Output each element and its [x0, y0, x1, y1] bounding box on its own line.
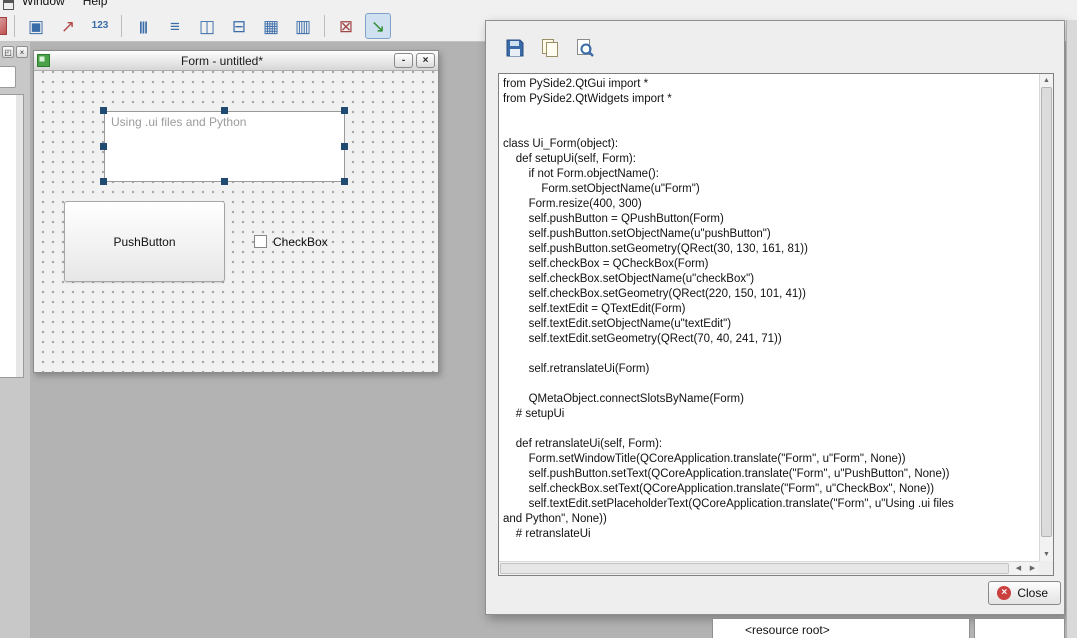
- qt-designer-window: Window Help ▣ ↗ 123 ||| ≡ ◫ ⊟ ▦ ▥ ⊠ ↘ ◰ …: [0, 0, 1077, 638]
- code-view-container: from PySide2.QtGui import * from PySide2…: [498, 73, 1054, 576]
- layout-form-icon: ▥: [295, 18, 311, 35]
- selection-handle[interactable]: [341, 178, 348, 185]
- widget-box-dock-sliver: ◰ ×: [0, 42, 30, 638]
- close-button[interactable]: ×: [416, 53, 435, 68]
- form-window-title: Form - untitled*: [53, 54, 391, 68]
- menu-help[interactable]: Help: [83, 0, 108, 4]
- find-icon: [574, 37, 596, 59]
- dock-float-icon: ◰: [4, 48, 12, 57]
- minimize-button[interactable]: -: [394, 53, 413, 68]
- vertical-scrollbar-thumb[interactable]: [1041, 87, 1052, 537]
- textedit-widget[interactable]: Using .ui files and Python: [104, 111, 345, 182]
- layout-horizontal-icon: |||: [139, 20, 147, 33]
- edit-signals-slots-button[interactable]: ↗: [55, 13, 81, 39]
- form-window-titlebar[interactable]: Form - untitled* - ×: [34, 51, 438, 71]
- selection-handle[interactable]: [341, 107, 348, 114]
- toolbar-separator: [14, 15, 15, 37]
- toolbar-separator: [121, 15, 122, 37]
- layout-vertical-icon: ≡: [170, 18, 180, 35]
- scroll-up-icon[interactable]: ▲: [1040, 74, 1053, 87]
- layout-form-button[interactable]: ▥: [290, 13, 316, 39]
- resource-root-item[interactable]: <resource root>: [745, 623, 830, 637]
- copy-icon: [539, 37, 561, 59]
- checkbox-label: CheckBox: [273, 235, 328, 249]
- resource-browser-panel: <resource root>: [712, 618, 970, 638]
- horizontal-scrollbar-thumb[interactable]: [500, 563, 1009, 574]
- code-view[interactable]: from PySide2.QtGui import * from PySide2…: [499, 74, 1039, 561]
- checkbox-box-icon[interactable]: [254, 235, 267, 248]
- adjust-size-icon: ↘: [371, 18, 385, 35]
- scroll-right-icon[interactable]: ▶: [1026, 562, 1039, 575]
- layout-vertical-splitter-button[interactable]: ⊟: [226, 13, 252, 39]
- layout-grid-icon: ▦: [263, 18, 279, 35]
- break-layout-button[interactable]: ⊠: [333, 13, 359, 39]
- scroll-down-icon[interactable]: ▼: [1040, 548, 1053, 561]
- pushbutton-widget[interactable]: PushButton: [64, 201, 225, 282]
- edit-tab-order-icon: 123: [92, 21, 109, 31]
- copy-button[interactable]: [537, 35, 563, 61]
- selection-handle[interactable]: [100, 107, 107, 114]
- menubar: Window Help: [0, 0, 1077, 10]
- dock-float-button[interactable]: ◰: [2, 46, 14, 58]
- scroll-left-icon[interactable]: ◀: [1012, 562, 1025, 575]
- layout-grid-button[interactable]: ▦: [258, 13, 284, 39]
- widget-filter-input-sliver[interactable]: [0, 66, 16, 88]
- close-circle-icon: ×: [997, 586, 1011, 600]
- edit-widgets-button[interactable]: ▣: [23, 13, 49, 39]
- selection-handle[interactable]: [100, 143, 107, 150]
- horizontal-scrollbar[interactable]: ◀ ▶: [499, 561, 1039, 575]
- break-layout-icon: ⊠: [339, 18, 353, 35]
- selection-handle[interactable]: [341, 143, 348, 150]
- widget-box-list-sliver[interactable]: [0, 94, 24, 378]
- resource-browser-side-panel: [974, 618, 1065, 638]
- selection-handle[interactable]: [100, 178, 107, 185]
- form-window-icon: [37, 54, 50, 67]
- pushbutton-label: PushButton: [113, 235, 175, 249]
- dock-close-button[interactable]: ×: [16, 46, 28, 58]
- menu-window[interactable]: Window: [22, 0, 65, 4]
- save-button[interactable]: [502, 35, 528, 61]
- partial-icon: [0, 17, 7, 35]
- edit-signals-slots-icon: ↗: [61, 18, 75, 35]
- right-edge-strip: [1066, 20, 1077, 638]
- dock-close-icon: ×: [20, 48, 25, 57]
- edit-tab-order-button[interactable]: 123: [87, 13, 113, 39]
- scrollbar-corner: [1039, 561, 1053, 575]
- close-button-label: Close: [1017, 586, 1048, 600]
- partial-toolbar-button[interactable]: [0, 14, 8, 38]
- form-canvas[interactable]: Using .ui files and Python PushButton Ch…: [34, 71, 438, 372]
- code-preview-dialog: from PySide2.QtGui import * from PySide2…: [485, 20, 1065, 615]
- adjust-size-button[interactable]: ↘: [365, 13, 391, 39]
- edit-widgets-icon: ▣: [28, 18, 44, 35]
- selection-handle[interactable]: [221, 178, 228, 185]
- find-button[interactable]: [572, 35, 598, 61]
- code-dialog-toolbar: [502, 35, 598, 61]
- save-icon: [504, 37, 526, 59]
- toolbar-separator: [324, 15, 325, 37]
- layout-splitter-vertical-icon: ⊟: [232, 18, 246, 35]
- close-dialog-button[interactable]: × Close: [988, 581, 1061, 605]
- selection-handle[interactable]: [221, 107, 228, 114]
- layout-vertically-button[interactable]: ≡: [162, 13, 188, 39]
- layout-horizontally-button[interactable]: |||: [130, 13, 156, 39]
- layout-horizontal-splitter-button[interactable]: ◫: [194, 13, 220, 39]
- form-editor-window: Form - untitled* - × Using .ui files and…: [33, 50, 439, 373]
- main-toolbar: ▣ ↗ 123 ||| ≡ ◫ ⊟ ▦ ▥ ⊠ ↘: [0, 10, 394, 42]
- checkbox-widget[interactable]: CheckBox: [254, 221, 355, 262]
- vertical-scrollbar[interactable]: ▲ ▼: [1039, 74, 1053, 561]
- textedit-placeholder: Using .ui files and Python: [105, 112, 344, 132]
- layout-splitter-horizontal-icon: ◫: [199, 18, 215, 35]
- window-menu-icon[interactable]: [3, 0, 14, 10]
